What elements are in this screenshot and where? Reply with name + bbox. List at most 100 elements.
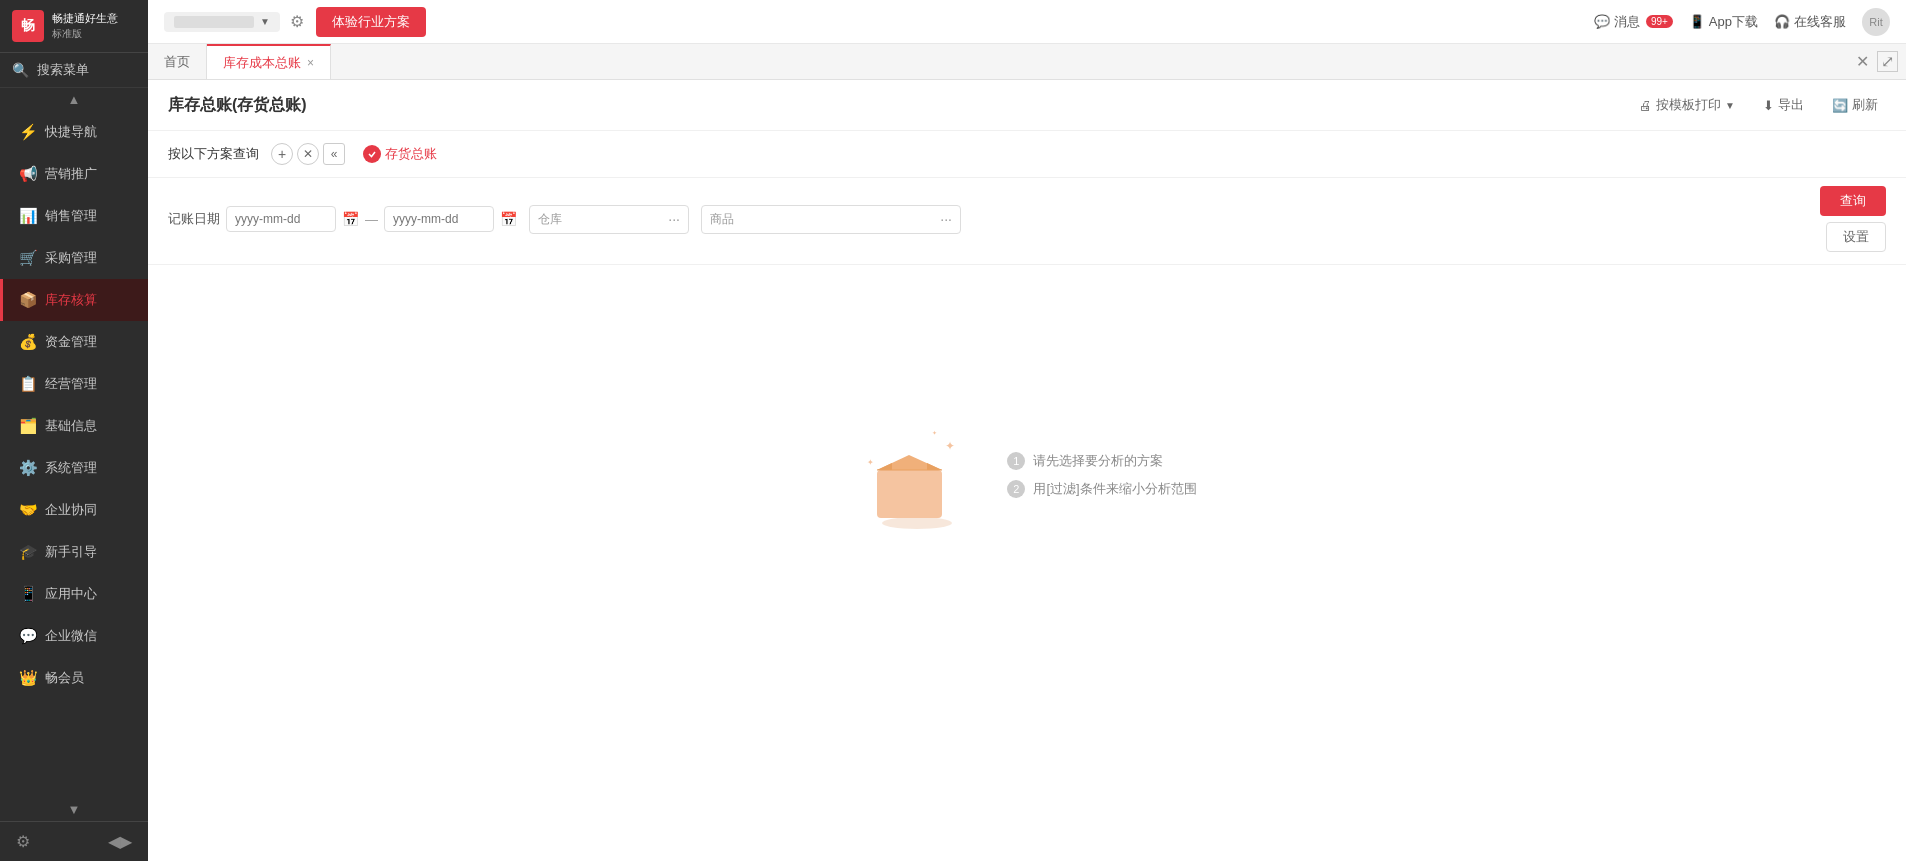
filter-scheme-bar: 按以下方案查询 + ✕ « 存货总账 xyxy=(148,131,1906,178)
message-btn[interactable]: 💬 消息 99+ xyxy=(1594,13,1673,31)
print-dropdown-icon: ▼ xyxy=(1725,100,1735,111)
panel-close-btn[interactable]: ✕ xyxy=(1856,52,1869,71)
warehouse-filter-field: 仓库 ··· xyxy=(529,205,689,234)
sidebar-scroll-down[interactable]: ▼ xyxy=(0,798,148,821)
sidebar-item-system[interactable]: ⚙️ 系统管理 xyxy=(0,447,148,489)
sidebar: 畅 畅捷通好生意 标准版 🔍 搜索菜单 ▲ ⚡ 快捷导航 📢 营销推广 📊 销售… xyxy=(0,0,148,861)
sales-icon: 📊 xyxy=(19,207,37,225)
hint-num-2: 2 xyxy=(1007,480,1025,498)
settings-icon[interactable]: ⚙ xyxy=(16,832,30,851)
page-content: 库存总账(存货总账) 🖨 按模板打印 ▼ ⬇ 导出 🔄 刷新 按以下方案查询 xyxy=(148,80,1906,861)
system-icon: ⚙️ xyxy=(19,459,37,477)
logo-title: 畅捷通好生意 xyxy=(52,11,118,26)
sidebar-item-finance[interactable]: 💰 资金管理 xyxy=(0,321,148,363)
sidebar-search[interactable]: 🔍 搜索菜单 xyxy=(0,53,148,88)
filter-action-btns: 查询 设置 xyxy=(1820,186,1886,252)
user-name-display: Rit xyxy=(1869,16,1882,28)
sidebar-item-label: 基础信息 xyxy=(45,417,97,435)
tabs-bar: 首页 库存成本总账 × ✕ ⤢ xyxy=(148,44,1906,80)
sidebar-item-label: 经营管理 xyxy=(45,375,97,393)
sidebar-item-purchase[interactable]: 🛒 采购管理 xyxy=(0,237,148,279)
industry-btn[interactable]: 体验行业方案 xyxy=(316,7,426,37)
sidebar-scroll-up[interactable]: ▲ xyxy=(0,88,148,111)
calendar-start-icon[interactable]: 📅 xyxy=(342,211,359,227)
sidebar-item-label: 资金管理 xyxy=(45,333,97,351)
topbar-dropdown[interactable]: ▼ xyxy=(164,12,280,32)
delete-scheme-btn[interactable]: ✕ xyxy=(297,143,319,165)
user-avatar[interactable]: Rit xyxy=(1862,8,1890,36)
sidebar-item-marketing[interactable]: 📢 营销推广 xyxy=(0,153,148,195)
refresh-btn[interactable]: 🔄 刷新 xyxy=(1824,92,1886,118)
sidebar-item-label: 采购管理 xyxy=(45,249,97,267)
tab-close-icon[interactable]: × xyxy=(307,56,314,70)
sidebar-item-member[interactable]: 👑 畅会员 xyxy=(0,657,148,699)
export-btn[interactable]: ⬇ 导出 xyxy=(1755,92,1812,118)
product-filter-field: 商品 ··· xyxy=(701,205,961,234)
sidebar-item-newbie[interactable]: 🎓 新手引导 xyxy=(0,531,148,573)
empty-hint-1: 1 请先选择要分析的方案 xyxy=(1007,452,1196,470)
online-service-label: 在线客服 xyxy=(1794,13,1846,31)
product-more-icon[interactable]: ··· xyxy=(940,211,952,227)
scheme-item-inventory[interactable]: 存货总账 xyxy=(357,143,443,165)
svg-text:✦: ✦ xyxy=(867,458,874,467)
add-scheme-btn[interactable]: + xyxy=(271,143,293,165)
refresh-icon: 🔄 xyxy=(1832,98,1848,113)
logo-icon: 畅 xyxy=(12,10,44,42)
panel-resize-btn[interactable]: ⤢ xyxy=(1877,51,1898,72)
svg-text:✦: ✦ xyxy=(945,439,955,453)
export-label: 导出 xyxy=(1778,96,1804,114)
topbar-dropdown-text xyxy=(174,16,254,28)
sidebar-item-enterprise[interactable]: 🤝 企业协同 xyxy=(0,489,148,531)
tabs-bar-right: ✕ ⤢ xyxy=(1856,51,1906,72)
sidebar-item-appcenter[interactable]: 📱 应用中心 xyxy=(0,573,148,615)
sidebar-item-operation[interactable]: 📋 经营管理 xyxy=(0,363,148,405)
app-download-btn[interactable]: 📱 App下载 xyxy=(1689,13,1758,31)
finance-icon: 💰 xyxy=(19,333,37,351)
tab-home-label: 首页 xyxy=(164,53,190,71)
collapse-scheme-btn[interactable]: « xyxy=(323,143,345,165)
settings-btn[interactable]: 设置 xyxy=(1826,222,1886,252)
filter-row: 记账日期 📅 — 📅 仓库 ··· 商品 xyxy=(148,178,1906,265)
sidebar-item-sales[interactable]: 📊 销售管理 xyxy=(0,195,148,237)
warehouse-select[interactable]: 仓库 ··· xyxy=(529,205,689,234)
newbie-icon: 🎓 xyxy=(19,543,37,561)
filter-scheme-actions: + ✕ « xyxy=(271,143,345,165)
online-service-btn[interactable]: 🎧 在线客服 xyxy=(1774,13,1846,31)
sidebar-item-quick-nav[interactable]: ⚡ 快捷导航 xyxy=(0,111,148,153)
tab-inventory-ledger[interactable]: 库存成本总账 × xyxy=(207,44,331,79)
inventory-icon: 📦 xyxy=(19,291,37,309)
gear-icon[interactable]: ⚙ xyxy=(290,12,304,31)
sidebar-item-label: 系统管理 xyxy=(45,459,97,477)
empty-illustration: ✦ ✦ ✦ xyxy=(857,415,977,535)
operation-icon: 📋 xyxy=(19,375,37,393)
empty-hint-2: 2 用[过滤]条件来缩小分析范围 xyxy=(1007,480,1196,498)
date-end-input[interactable] xyxy=(384,206,494,232)
sidebar-item-label: 企业协同 xyxy=(45,501,97,519)
message-badge: 99+ xyxy=(1646,15,1673,28)
query-btn[interactable]: 查询 xyxy=(1820,186,1886,216)
print-template-btn[interactable]: 🖨 按模板打印 ▼ xyxy=(1631,92,1743,118)
sidebar-item-wechat[interactable]: 💬 企业微信 xyxy=(0,615,148,657)
warehouse-more-icon[interactable]: ··· xyxy=(668,211,680,227)
svg-point-0 xyxy=(367,149,377,159)
page-header-actions: 🖨 按模板打印 ▼ ⬇ 导出 🔄 刷新 xyxy=(1631,92,1886,118)
svg-point-1 xyxy=(882,517,952,529)
sidebar-item-label: 快捷导航 xyxy=(45,123,97,141)
scheme-icon xyxy=(363,145,381,163)
logo-subtitle: 标准版 xyxy=(52,27,118,41)
product-select[interactable]: 商品 ··· xyxy=(701,205,961,234)
product-placeholder: 商品 xyxy=(710,211,734,228)
sidebar-item-inventory[interactable]: 📦 库存核算 xyxy=(0,279,148,321)
date-field-label: 记账日期 xyxy=(168,210,220,228)
purchase-icon: 🛒 xyxy=(19,249,37,267)
date-start-input[interactable] xyxy=(226,206,336,232)
print-icon: 🖨 xyxy=(1639,98,1652,113)
sidebar-item-basic[interactable]: 🗂️ 基础信息 xyxy=(0,405,148,447)
sidebar-footer: ⚙ ◀▶ xyxy=(0,821,148,861)
sidebar-item-label: 库存核算 xyxy=(45,291,97,309)
app-logo: 畅 畅捷通好生意 标准版 xyxy=(0,0,148,53)
tab-home[interactable]: 首页 xyxy=(148,44,207,79)
collapse-icon[interactable]: ◀▶ xyxy=(108,832,132,851)
date-input-group: 📅 — 📅 xyxy=(226,206,517,232)
calendar-end-icon[interactable]: 📅 xyxy=(500,211,517,227)
